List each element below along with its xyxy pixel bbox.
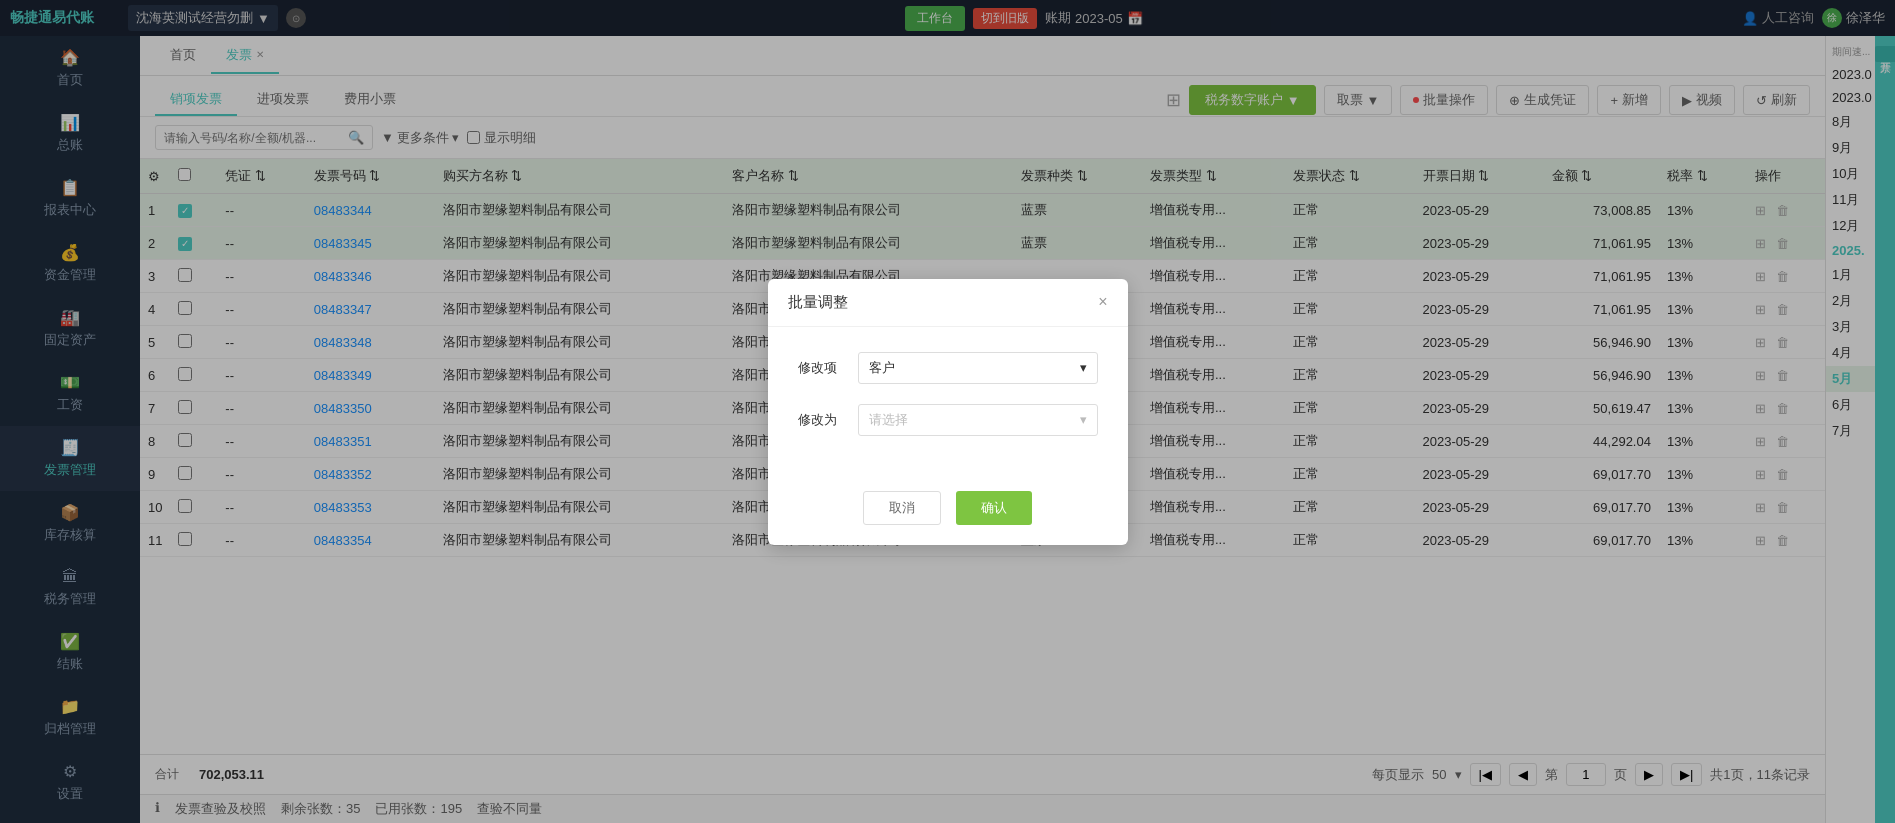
modal-overlay[interactable]: 批量调整 × 修改项 客户 ▾ 修改为 请选择 ▾ 取消 确认 bbox=[0, 0, 1895, 823]
modal-footer: 取消 确认 bbox=[768, 481, 1128, 545]
modify-value-row: 修改为 请选择 ▾ bbox=[798, 404, 1098, 436]
modify-field-label: 修改项 bbox=[798, 359, 858, 377]
modal-title: 批量调整 bbox=[788, 293, 848, 312]
chevron-down-icon-2: ▾ bbox=[1080, 412, 1087, 427]
chevron-down-icon: ▾ bbox=[1080, 360, 1087, 375]
modal-header: 批量调整 × bbox=[768, 279, 1128, 327]
batch-adjust-modal: 批量调整 × 修改项 客户 ▾ 修改为 请选择 ▾ 取消 确认 bbox=[768, 279, 1128, 545]
modify-field-row: 修改项 客户 ▾ bbox=[798, 352, 1098, 384]
field-value-text: 客户 bbox=[869, 359, 895, 377]
confirm-button[interactable]: 确认 bbox=[956, 491, 1032, 525]
modify-value-label: 修改为 bbox=[798, 411, 858, 429]
modify-value-select[interactable]: 请选择 ▾ bbox=[858, 404, 1098, 436]
modal-body: 修改项 客户 ▾ 修改为 请选择 ▾ bbox=[768, 327, 1128, 481]
modal-close-btn[interactable]: × bbox=[1098, 293, 1107, 311]
value-placeholder-text: 请选择 bbox=[869, 411, 908, 429]
cancel-button[interactable]: 取消 bbox=[863, 491, 941, 525]
modify-field-select[interactable]: 客户 ▾ bbox=[858, 352, 1098, 384]
